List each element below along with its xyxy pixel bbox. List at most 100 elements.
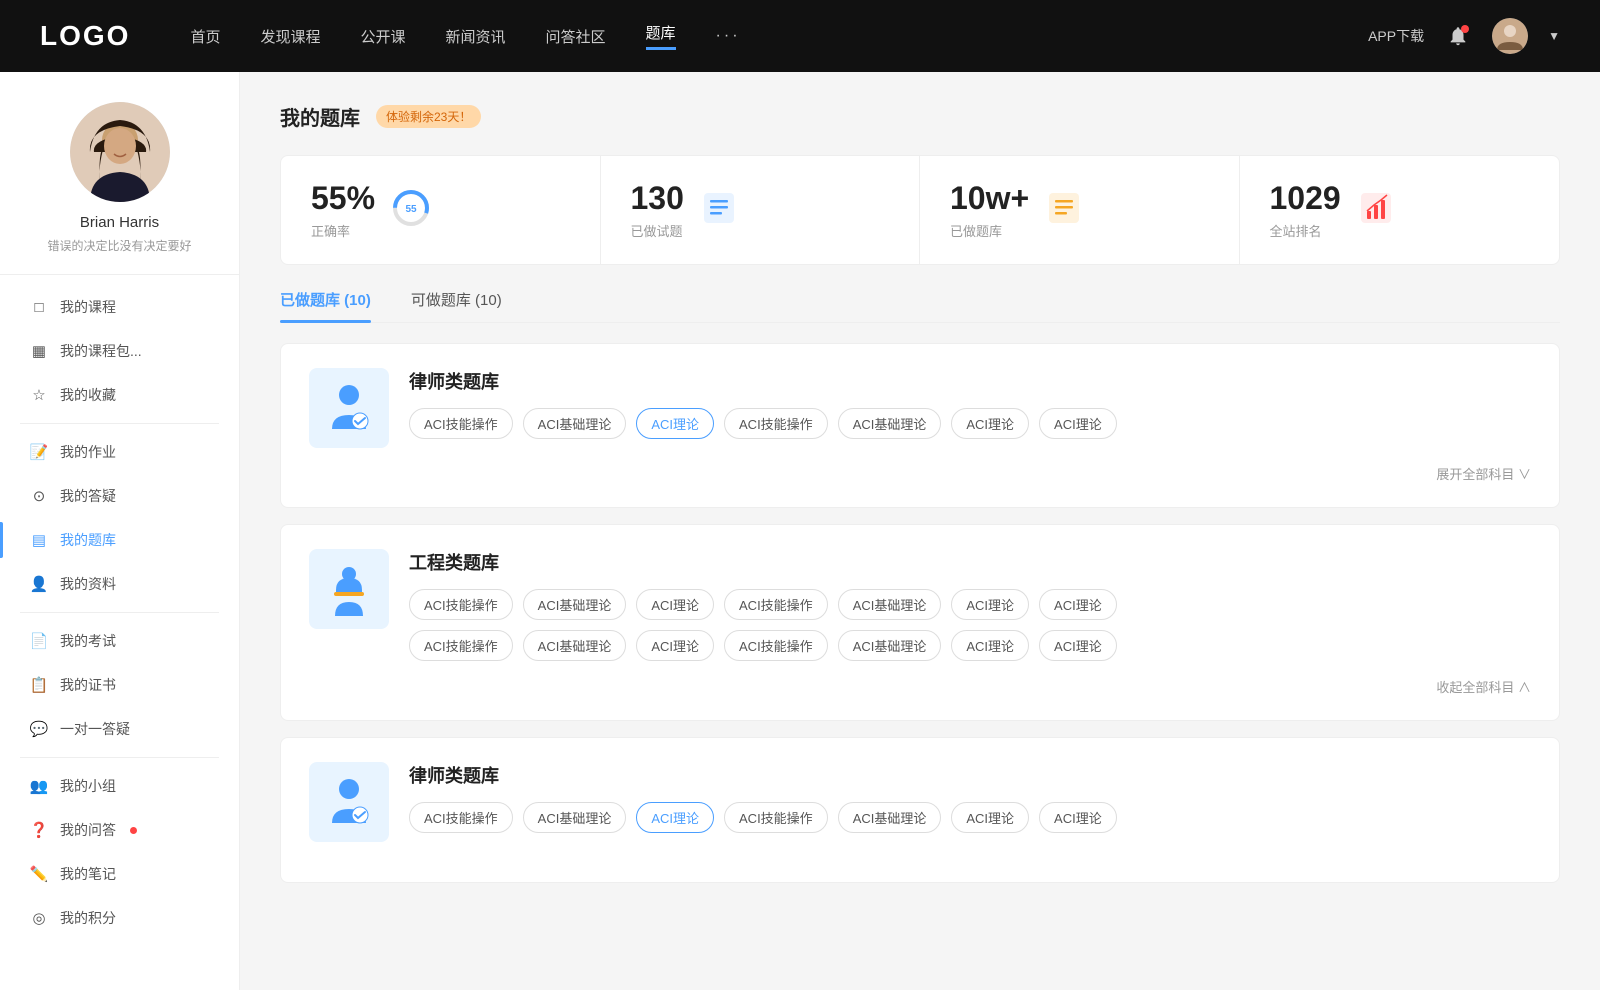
- sidebar-item-certificate[interactable]: 📋 我的证书: [0, 663, 239, 707]
- tag-4[interactable]: ACI基础理论: [838, 408, 942, 439]
- l2-tag-0[interactable]: ACI技能操作: [409, 802, 513, 833]
- qbank-engineer-icon: [309, 549, 389, 629]
- sidebar-item-points-label: 我的积分: [60, 908, 116, 928]
- eng-tag-2[interactable]: ACI理论: [636, 589, 714, 620]
- nav-more[interactable]: ···: [716, 27, 741, 45]
- eng-tag-12[interactable]: ACI理论: [951, 630, 1029, 661]
- eng-tag-7[interactable]: ACI技能操作: [409, 630, 513, 661]
- sidebar-item-profile[interactable]: 👤 我的资料: [0, 562, 239, 606]
- eng-tag-5[interactable]: ACI理论: [951, 589, 1029, 620]
- eng-tag-4[interactable]: ACI基础理论: [838, 589, 942, 620]
- points-icon: ◎: [30, 909, 48, 927]
- sidebar-item-qa[interactable]: ⊙ 我的答疑: [0, 474, 239, 518]
- sidebar-item-points[interactable]: ◎ 我的积分: [0, 896, 239, 940]
- sidebar-item-questions-label: 我的问答: [60, 820, 116, 840]
- divider-3: [20, 757, 219, 758]
- avatar-image: [1492, 18, 1528, 54]
- qbank-engineer-collapse[interactable]: 收起全部科目 ∧: [309, 677, 1531, 696]
- tag-6[interactable]: ACI理论: [1039, 408, 1117, 439]
- sidebar-item-group-label: 我的小组: [60, 776, 116, 796]
- sidebar-item-course-package-label: 我的课程包...: [60, 341, 142, 361]
- lawyer-icon-2: [322, 775, 376, 829]
- notification-bell[interactable]: [1444, 22, 1472, 50]
- sidebar-item-homework[interactable]: 📝 我的作业: [0, 430, 239, 474]
- l2-tag-4[interactable]: ACI基础理论: [838, 802, 942, 833]
- sidebar-item-notes[interactable]: ✏️ 我的笔记: [0, 852, 239, 896]
- qbank-lawyer-1-expand[interactable]: 展开全部科目 ∨: [309, 464, 1531, 483]
- avatar[interactable]: [1492, 18, 1528, 54]
- stats-row: 55% 正确率 55 130 已做试题: [280, 155, 1560, 265]
- avatar-dropdown-arrow[interactable]: ▼: [1548, 29, 1560, 43]
- tag-3[interactable]: ACI技能操作: [724, 408, 828, 439]
- sidebar-item-group[interactable]: 👥 我的小组: [0, 764, 239, 808]
- one-on-one-icon: 💬: [30, 720, 48, 738]
- eng-tag-3[interactable]: ACI技能操作: [724, 589, 828, 620]
- app-download[interactable]: APP下载: [1368, 26, 1424, 46]
- sidebar-item-one-on-one[interactable]: 💬 一对一答疑: [0, 707, 239, 751]
- eng-tag-8[interactable]: ACI基础理论: [523, 630, 627, 661]
- sidebar-item-courses-label: 我的课程: [60, 297, 116, 317]
- qbank-engineer-tags-row1: ACI技能操作 ACI基础理论 ACI理论 ACI技能操作 ACI基础理论 AC…: [409, 589, 1531, 620]
- sidebar-item-exam[interactable]: 📄 我的考试: [0, 619, 239, 663]
- l2-tag-5[interactable]: ACI理论: [951, 802, 1029, 833]
- stat-banks-value: 10w+: [950, 180, 1029, 217]
- profile-icon: 👤: [30, 575, 48, 593]
- l2-tag-3[interactable]: ACI技能操作: [724, 802, 828, 833]
- qbank-lawyer-2-tags: ACI技能操作 ACI基础理论 ACI理论 ACI技能操作 ACI基础理论 AC…: [409, 802, 1531, 833]
- sidebar-avatar: [70, 102, 170, 202]
- sidebar-item-favorites[interactable]: ☆ 我的收藏: [0, 373, 239, 417]
- layout: Brian Harris 错误的决定比没有决定要好 □ 我的课程 ▦ 我的课程包…: [0, 72, 1600, 990]
- sidebar-menu: □ 我的课程 ▦ 我的课程包... ☆ 我的收藏 📝 我的作业 ⊙ 我的答疑 ▤: [0, 275, 239, 950]
- nav-discover[interactable]: 发现课程: [260, 26, 320, 47]
- stat-accuracy-value: 55%: [311, 180, 375, 217]
- profile-section: Brian Harris 错误的决定比没有决定要好: [0, 102, 239, 275]
- qbank-card-lawyer-2: 律师类题库 ACI技能操作 ACI基础理论 ACI理论 ACI技能操作 ACI基…: [280, 737, 1560, 883]
- user-motto: 错误的决定比没有决定要好: [47, 237, 191, 254]
- eng-tag-0[interactable]: ACI技能操作: [409, 589, 513, 620]
- sidebar-item-qbank[interactable]: ▤ 我的题库: [0, 518, 239, 562]
- sidebar-item-course-package[interactable]: ▦ 我的课程包...: [0, 329, 239, 373]
- nav-news[interactable]: 新闻资讯: [446, 26, 506, 47]
- nav-open-course[interactable]: 公开课: [360, 26, 405, 47]
- qbank-lawyer-icon-2: [309, 762, 389, 842]
- eng-tag-6[interactable]: ACI理论: [1039, 589, 1117, 620]
- sidebar-item-questions[interactable]: ❓ 我的问答: [0, 808, 239, 852]
- notes-icon: ✏️: [30, 865, 48, 883]
- engineer-icon: [322, 562, 376, 616]
- tab-available[interactable]: 可做题库 (10): [411, 289, 502, 322]
- exam-icon: 📄: [30, 632, 48, 650]
- sidebar-item-qbank-label: 我的题库: [60, 530, 116, 550]
- eng-tag-11[interactable]: ACI基础理论: [838, 630, 942, 661]
- qbank-lawyer-1-tags: ACI技能操作 ACI基础理论 ACI理论 ACI技能操作 ACI基础理论 AC…: [409, 408, 1531, 439]
- stat-rank-value: 1029: [1270, 180, 1341, 217]
- user-name: Brian Harris: [80, 214, 159, 231]
- tab-done[interactable]: 已做题库 (10): [280, 289, 371, 322]
- tag-0[interactable]: ACI技能操作: [409, 408, 513, 439]
- tag-5[interactable]: ACI理论: [951, 408, 1029, 439]
- sidebar-item-exam-label: 我的考试: [60, 631, 116, 651]
- sidebar-item-courses[interactable]: □ 我的课程: [0, 285, 239, 329]
- eng-tag-10[interactable]: ACI技能操作: [724, 630, 828, 661]
- tabs: 已做题库 (10) 可做题库 (10): [280, 289, 1560, 323]
- tag-2[interactable]: ACI理论: [636, 408, 714, 439]
- profile-image: [70, 102, 170, 202]
- stat-questions-label: 已做试题: [631, 221, 684, 240]
- navbar-right: APP下载 ▼: [1368, 18, 1560, 54]
- chart-red-icon: [1357, 189, 1395, 232]
- nav-qa[interactable]: 问答社区: [546, 26, 606, 47]
- l2-tag-2[interactable]: ACI理论: [636, 802, 714, 833]
- sidebar-item-profile-label: 我的资料: [60, 574, 116, 594]
- eng-tag-1[interactable]: ACI基础理论: [523, 589, 627, 620]
- nav-qbank[interactable]: 题库: [646, 22, 676, 50]
- l2-tag-1[interactable]: ACI基础理论: [523, 802, 627, 833]
- nav-home[interactable]: 首页: [190, 26, 220, 47]
- eng-tag-9[interactable]: ACI理论: [636, 630, 714, 661]
- lawyer-icon: [322, 381, 376, 435]
- l2-tag-6[interactable]: ACI理论: [1039, 802, 1117, 833]
- eng-tag-13[interactable]: ACI理论: [1039, 630, 1117, 661]
- logo[interactable]: LOGO: [40, 20, 130, 52]
- main-content: 我的题库 体验剩余23天！ 55% 正确率 55: [240, 72, 1600, 990]
- qbank-icon: ▤: [30, 531, 48, 549]
- qbank-lawyer-2-title: 律师类题库: [409, 762, 1531, 788]
- tag-1[interactable]: ACI基础理论: [523, 408, 627, 439]
